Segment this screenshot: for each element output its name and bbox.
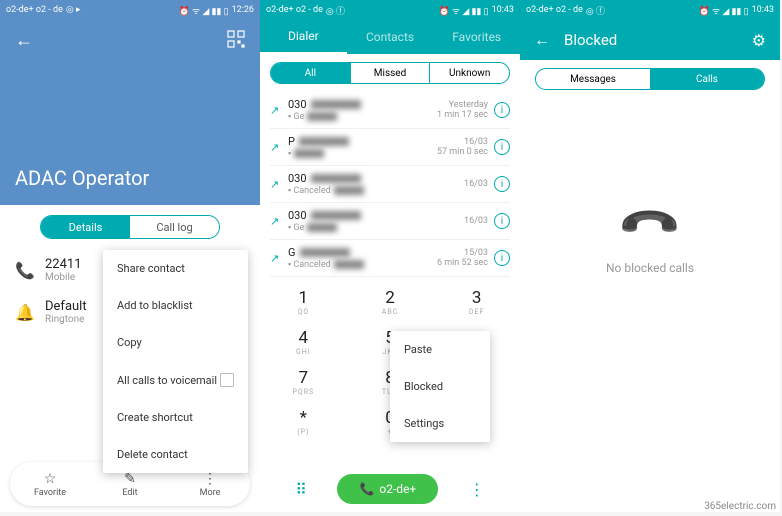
call-time: 16/0357 min 0 sec	[437, 137, 488, 157]
back-icon[interactable]: ←	[534, 30, 550, 50]
watermark: 365electric.com	[704, 501, 776, 512]
call-number: 030	[288, 209, 464, 222]
info-icon[interactable]: i	[494, 102, 510, 118]
call-sub: ▪ Canceled	[288, 185, 464, 196]
dial-key-4[interactable]: 4GHI	[260, 322, 347, 362]
star-icon: ☆	[44, 471, 57, 487]
empty-state: 📞 No blocked calls	[520, 98, 780, 378]
call-time: 16/03	[464, 216, 488, 226]
menu-settings[interactable]: Settings	[390, 405, 490, 442]
back-icon[interactable]: ←	[15, 30, 33, 51]
contact-detail-screen: o2-de+ o2 - de ◎ ▸ ⏰ ᯤ ◢ ▮▮ ▯12:26 ← ADA…	[0, 0, 260, 512]
clock: 12:26	[232, 5, 254, 15]
tab-calllog[interactable]: Call log	[130, 216, 219, 238]
call-number: P	[288, 135, 437, 148]
page-title: Blocked	[564, 31, 617, 49]
blocked-header: ← Blocked ⚙	[520, 20, 780, 60]
status-bar: o2-de+ o2 - de ◎ ▸ ⏰ ᯤ ◢ ▮▮ ▯12:26	[0, 0, 260, 20]
dial-key-1[interactable]: 1QO	[260, 282, 347, 322]
tab-contacts[interactable]: Contacts	[347, 20, 434, 54]
call-row[interactable]: ↗030 ▪ Ge Yesterday1 min 17 sec i	[270, 92, 510, 129]
dialer-bottom-bar: ⠿ 📞o2-de+ ⋮	[260, 474, 520, 504]
carrier-label: o2-de+ o2 - de	[6, 5, 63, 15]
call-sub: ▪ Ge	[288, 222, 464, 233]
menu-blocked[interactable]: Blocked	[390, 368, 490, 405]
menu-shortcut[interactable]: Create shortcut	[103, 399, 248, 436]
outgoing-icon: ↗	[270, 178, 288, 191]
call-list: ↗030 ▪ Ge Yesterday1 min 17 seci↗P ▪ 16/…	[260, 92, 520, 277]
clock: 10:43	[492, 5, 514, 15]
menu-share[interactable]: Share contact	[103, 250, 248, 287]
call-time: 15/036 min 52 sec	[437, 248, 488, 268]
blocked-screen: o2-de+ o2 - de ◎ ⓕ ⏰ ᯤ ◢ ▮▮ ▯10:43 ← Blo…	[520, 0, 780, 512]
tab-dialer[interactable]: Dialer	[260, 20, 347, 54]
call-sub: ▪	[288, 148, 437, 159]
dialer-screen: o2-de+ o2 - de ◎ ⓕ ⏰ ᯤ ◢ ▮▮ ▯10:43 Diale…	[260, 0, 520, 512]
dialer-menu: Paste Blocked Settings	[390, 331, 490, 442]
info-icon[interactable]: i	[494, 250, 510, 266]
blocked-tabs: Messages Calls	[535, 68, 765, 90]
more-icon[interactable]: ⋮	[469, 480, 485, 499]
dial-key-2[interactable]: 2ABC	[347, 282, 434, 322]
phone-icon: 📞	[15, 261, 33, 280]
keypad-icon[interactable]: ⠿	[295, 480, 307, 499]
call-number: G	[288, 246, 437, 259]
outgoing-icon: ↗	[270, 252, 288, 265]
menu-voicemail[interactable]: All calls to voicemail	[103, 361, 248, 399]
call-filter: All Missed Unknown	[270, 62, 510, 84]
contact-header: ← ADAC Operator	[0, 20, 260, 205]
tab-favorites[interactable]: Favorites	[433, 20, 520, 54]
bell-icon: 🔔	[15, 303, 33, 322]
call-row[interactable]: ↗P ▪ 16/0357 min 0 sec i	[270, 129, 510, 166]
carrier-label: o2-de+ o2 - de	[526, 5, 583, 15]
call-row[interactable]: ↗030 ▪ Canceled 16/03 i	[270, 166, 510, 203]
filter-all[interactable]: All	[271, 63, 351, 83]
outgoing-icon: ↗	[270, 104, 288, 117]
tab-messages[interactable]: Messages	[536, 69, 650, 89]
outgoing-icon: ↗	[270, 215, 288, 228]
voicemail-checkbox[interactable]	[220, 373, 234, 387]
status-bar: o2-de+ o2 - de ◎ ⓕ ⏰ ᯤ ◢ ▮▮ ▯10:43	[260, 0, 520, 20]
filter-unknown[interactable]: Unknown	[430, 63, 509, 83]
contact-name: ADAC Operator	[15, 166, 149, 190]
favorite-button[interactable]: ☆Favorite	[10, 462, 90, 506]
dial-key-7[interactable]: 7PQRS	[260, 362, 347, 402]
tab-details[interactable]: Details	[41, 216, 130, 238]
dial-key-3[interactable]: 3DEF	[433, 282, 520, 322]
carrier-label: o2-de+ o2 - de	[266, 5, 323, 15]
call-sub: ▪ Canceled	[288, 259, 437, 270]
clock: 10:43	[752, 5, 774, 15]
info-icon[interactable]: i	[494, 213, 510, 229]
call-button[interactable]: 📞o2-de+	[337, 474, 438, 504]
main-tabs: Dialer Contacts Favorites	[260, 20, 520, 54]
call-row[interactable]: ↗G ▪ Canceled 15/036 min 52 sec i	[270, 240, 510, 277]
call-sub: ▪ Ge	[288, 111, 437, 122]
info-icon[interactable]: i	[494, 139, 510, 155]
menu-copy[interactable]: Copy	[103, 324, 248, 361]
call-row[interactable]: ↗030 ▪ Ge 16/03 i	[270, 203, 510, 240]
call-time: Yesterday1 min 17 sec	[437, 100, 488, 120]
info-icon[interactable]: i	[494, 176, 510, 192]
call-number: 030	[288, 98, 437, 111]
menu-paste[interactable]: Paste	[390, 331, 490, 368]
call-time: 16/03	[464, 179, 488, 189]
empty-label: No blocked calls	[606, 261, 694, 275]
context-menu: Share contact Add to blacklist Copy All …	[103, 250, 248, 473]
gear-icon[interactable]: ⚙	[752, 31, 766, 50]
phone-icon: 📞	[359, 482, 374, 496]
dial-key-*[interactable]: *(P)	[260, 402, 347, 442]
tab-calls[interactable]: Calls	[650, 69, 764, 89]
filter-missed[interactable]: Missed	[351, 63, 431, 83]
menu-delete[interactable]: Delete contact	[103, 436, 248, 473]
outgoing-icon: ↗	[270, 141, 288, 154]
menu-blacklist[interactable]: Add to blacklist	[103, 287, 248, 324]
status-bar: o2-de+ o2 - de ◎ ⓕ ⏰ ᯤ ◢ ▮▮ ▯10:43	[520, 0, 780, 20]
qr-icon[interactable]	[227, 30, 245, 52]
call-number: 030	[288, 172, 464, 185]
phone-icon: 📞	[616, 191, 684, 259]
detail-tabs: Details Call log	[40, 215, 220, 239]
